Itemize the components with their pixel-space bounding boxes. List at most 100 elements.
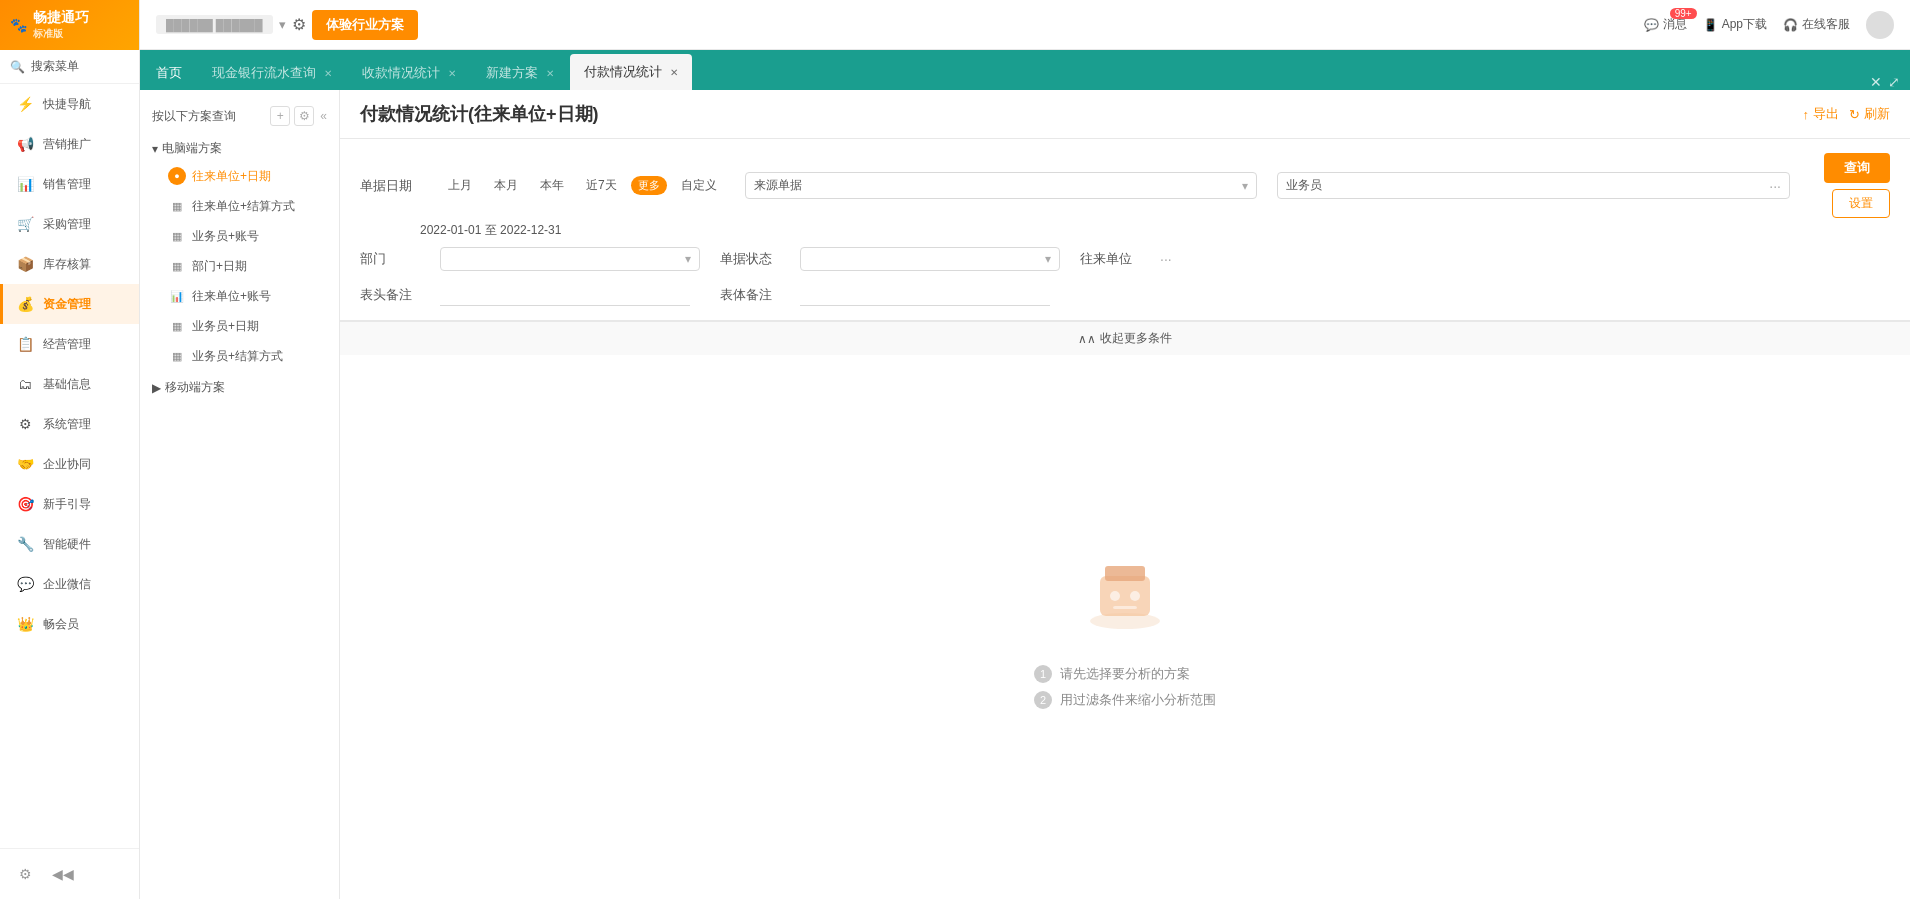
sidebar-item-operation[interactable]: 📋 经营管理: [0, 324, 139, 364]
top-header: ██████ ██████ ▾ ⚙ 体验行业方案 💬 消息 99+ 📱 App下…: [140, 0, 1910, 50]
source-doc-select[interactable]: 来源单据 ▾: [745, 172, 1258, 199]
mobile-group-header[interactable]: ▶ 移动端方案: [140, 375, 339, 400]
scheme-item-partner-account[interactable]: 📊往来单位+账号: [140, 281, 339, 311]
scheme-settings-btn[interactable]: ⚙: [294, 106, 314, 126]
sidebar-item-purchase[interactable]: 🛒 采购管理: [0, 204, 139, 244]
body-note-label: 表体备注: [720, 286, 780, 304]
body-note-input[interactable]: [800, 283, 1050, 306]
sidebar-item-member[interactable]: 👑 畅会员: [0, 604, 139, 644]
scheme-item-dept-date[interactable]: ▦部门+日期: [140, 251, 339, 281]
desktop-group-header[interactable]: ▾ 电脑端方案: [140, 136, 339, 161]
tab-receipt-stat[interactable]: 收款情况统计✕: [348, 56, 470, 90]
search-menu[interactable]: 🔍 搜索菜单: [0, 50, 139, 84]
scheme-item-staff-settle[interactable]: ▦业务员+结算方式: [140, 341, 339, 371]
tab-close-receipt-stat[interactable]: ✕: [448, 68, 456, 79]
settings-icon[interactable]: ⚙: [10, 859, 40, 889]
header-note-label: 表头备注: [360, 286, 420, 304]
filter-row-2: 部门 ▾ 单据状态 ▾ 往来单位: [360, 247, 1890, 271]
sidebar-item-wechat[interactable]: 💬 企业微信: [0, 564, 139, 604]
sidebar-item-hardware[interactable]: 🔧 智能硬件: [0, 524, 139, 564]
sidebar-item-quick-nav[interactable]: ⚡ 快捷导航: [0, 84, 139, 124]
tab-home[interactable]: 首页: [142, 56, 196, 90]
staff-select[interactable]: 业务员 ···: [1277, 172, 1790, 199]
tab-payment-stat[interactable]: 付款情况统计✕: [570, 54, 692, 90]
export-btn[interactable]: ↑ 导出: [1803, 105, 1840, 123]
sidebar-item-marketing[interactable]: 📢 营销推广: [0, 124, 139, 164]
scheme-label-partner-account: 往来单位+账号: [192, 288, 271, 305]
right-content: 付款情况统计(往来单位+日期) ↑ 导出 ↻ 刷新 单据日期: [340, 90, 1910, 899]
tab-bank-flow[interactable]: 现金银行流水查询✕: [198, 56, 346, 90]
sidebar-item-sales[interactable]: 📊 销售管理: [0, 164, 139, 204]
header-right: 💬 消息 99+ 📱 App下载 🎧 在线客服: [1644, 11, 1894, 39]
refresh-icon: ↻: [1849, 107, 1860, 122]
filter-row-1: 单据日期 上月 本月 本年 近7天 更多 自定义 来源单据 ▾: [360, 153, 1890, 218]
panel-collapse-btn[interactable]: «: [320, 109, 327, 123]
scheme-item-partner-settle[interactable]: ▦往来单位+结算方式: [140, 191, 339, 221]
sidebar-item-inventory[interactable]: 📦 库存核算: [0, 244, 139, 284]
sidebar-item-newbie[interactable]: 🎯 新手引导: [0, 484, 139, 524]
sidebar-icon-quick-nav: ⚡: [15, 94, 35, 114]
trial-button[interactable]: 体验行业方案: [312, 10, 418, 40]
desktop-group-label: 电脑端方案: [162, 140, 222, 157]
content-area: 按以下方案查询 + ⚙ « ▾ 电脑端方案 ●往来单位+日期▦往来单位+结算方式…: [140, 90, 1910, 899]
tab-expand-btn[interactable]: ⤢: [1888, 74, 1900, 90]
header-gear-icon[interactable]: ⚙: [292, 15, 306, 34]
sidebar-label-system: 系统管理: [43, 416, 91, 433]
export-label: 导出: [1813, 105, 1839, 123]
desktop-scheme-group: ▾ 电脑端方案 ●往来单位+日期▦往来单位+结算方式▦业务员+账号▦部门+日期📊…: [140, 136, 339, 371]
msg-badge: 99+: [1670, 8, 1697, 19]
collapse-icon[interactable]: ◀◀: [48, 859, 78, 889]
refresh-btn[interactable]: ↻ 刷新: [1849, 105, 1890, 123]
sidebar-label-purchase: 采购管理: [43, 216, 91, 233]
dropdown-btn[interactable]: ▾: [279, 17, 286, 32]
msg-btn[interactable]: 💬 消息 99+: [1644, 16, 1687, 33]
tab-close-new-scheme[interactable]: ✕: [546, 68, 554, 79]
tab-close-bank-flow[interactable]: ✕: [324, 68, 332, 79]
header-note-input[interactable]: [440, 283, 690, 306]
doc-status-select[interactable]: ▾: [800, 247, 1060, 271]
table-icon: ▦: [168, 227, 186, 245]
sidebar-item-system[interactable]: ⚙ 系统管理: [0, 404, 139, 444]
sidebar-item-basic-info[interactable]: 🗂 基础信息: [0, 364, 139, 404]
sidebar-item-enterprise[interactable]: 🤝 企业协同: [0, 444, 139, 484]
user-name-display[interactable]: ██████ ██████: [156, 15, 273, 34]
date-opt-this-year[interactable]: 本年: [532, 174, 572, 197]
scheme-item-staff-account[interactable]: ▦业务员+账号: [140, 221, 339, 251]
sidebar-icon-sales: 📊: [15, 174, 35, 194]
service-btn[interactable]: 🎧 在线客服: [1783, 16, 1850, 33]
search-icon: 🔍: [10, 60, 25, 74]
scheme-label-staff-date: 业务员+日期: [192, 318, 259, 335]
date-opt-custom[interactable]: 自定义: [673, 174, 725, 197]
tab-label-home: 首页: [156, 64, 182, 82]
table-icon: ▦: [168, 257, 186, 275]
date-opt-more[interactable]: 更多: [631, 176, 667, 195]
scheme-item-staff-date[interactable]: ▦业务员+日期: [140, 311, 339, 341]
app-download-btn[interactable]: 📱 App下载: [1703, 16, 1767, 33]
scheme-list: ●往来单位+日期▦往来单位+结算方式▦业务员+账号▦部门+日期📊往来单位+账号▦…: [140, 161, 339, 371]
tab-close-all-btn[interactable]: ✕: [1870, 74, 1882, 90]
empty-tip-2: 2 用过滤条件来缩小分析范围: [1034, 691, 1216, 709]
collapse-more-btn[interactable]: ∧∧ 收起更多条件: [1078, 330, 1172, 347]
sidebar-icon-newbie: 🎯: [15, 494, 35, 514]
source-doc-caret: ▾: [1242, 179, 1248, 193]
add-scheme-btn[interactable]: +: [270, 106, 290, 126]
query-button[interactable]: 查询: [1824, 153, 1890, 183]
refresh-label: 刷新: [1864, 105, 1890, 123]
partner-dots-btn[interactable]: ···: [1160, 251, 1172, 267]
page-title: 付款情况统计(往来单位+日期): [360, 102, 599, 126]
left-panel: 按以下方案查询 + ⚙ « ▾ 电脑端方案 ●往来单位+日期▦往来单位+结算方式…: [140, 90, 340, 899]
date-opt-7days[interactable]: 近7天: [578, 174, 625, 197]
scheme-item-partner-date[interactable]: ●往来单位+日期: [140, 161, 339, 191]
date-opt-this-month[interactable]: 本月: [486, 174, 526, 197]
dept-select[interactable]: ▾: [440, 247, 700, 271]
date-opt-last-month[interactable]: 上月: [440, 174, 480, 197]
filter-settings-btn[interactable]: 设置: [1832, 189, 1890, 218]
sidebar-item-capital[interactable]: 💰 资金管理: [0, 284, 139, 324]
collapse-label: 收起更多条件: [1100, 330, 1172, 347]
tab-close-payment-stat[interactable]: ✕: [670, 67, 678, 78]
filter-area: 单据日期 上月 本月 本年 近7天 更多 自定义 来源单据 ▾: [340, 139, 1910, 321]
tab-new-scheme[interactable]: 新建方案✕: [472, 56, 568, 90]
table-icon: ▦: [168, 197, 186, 215]
staff-dots-btn[interactable]: ···: [1769, 178, 1781, 194]
user-avatar[interactable]: [1866, 11, 1894, 39]
